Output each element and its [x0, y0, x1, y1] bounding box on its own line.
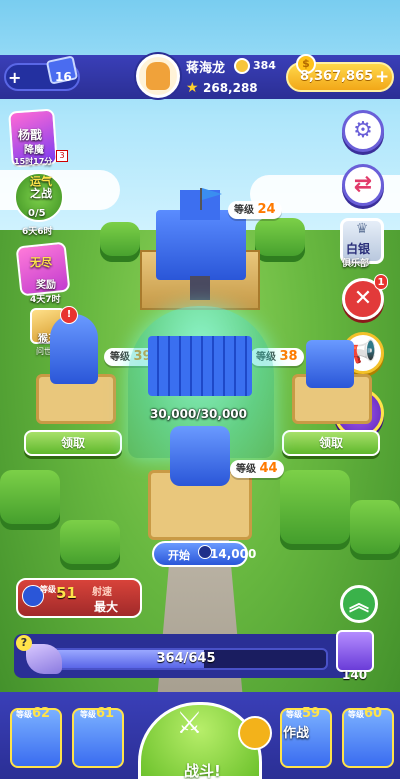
progress-text: 364/645	[156, 651, 216, 666]
dock-card-level-label: 等级	[286, 710, 302, 719]
start-cost: 14,000	[210, 547, 257, 561]
right-tower-level-value: 38	[279, 349, 298, 364]
avatar-character-icon	[146, 62, 170, 90]
rank-badge-icon	[234, 58, 250, 74]
chest-icon[interactable]	[336, 630, 374, 672]
castle-level-label: 等级	[234, 205, 254, 216]
swap-icon: ⇄	[353, 172, 373, 197]
dock-card-1-level: 等级62	[16, 706, 50, 721]
tickets-count: 16	[55, 70, 72, 84]
tree	[0, 470, 60, 530]
flag-pole	[200, 188, 202, 210]
expand-up-button[interactable]: ︽	[340, 585, 378, 623]
swords-icon: ⚔	[176, 706, 203, 741]
endless-reward-timer: 4天7时	[30, 295, 61, 305]
league-subtitle: 俱乐部	[342, 259, 370, 269]
rank-value: 384	[253, 59, 276, 72]
settings-button[interactable]: ⚙	[342, 110, 384, 152]
swap-button[interactable]: ⇄	[342, 164, 384, 206]
chevron-up-icon: ︽	[349, 591, 369, 615]
dock-card-level-value: 60	[364, 706, 383, 721]
start-label: 开始	[168, 549, 190, 562]
luck-battle-progress: 0/5	[28, 208, 46, 219]
endless-reward-title2: 奖励	[36, 280, 56, 291]
fire-rate-level-label: 等级	[40, 585, 56, 594]
right-collect-button[interactable]: 领取	[282, 430, 380, 456]
event-card-badge: 3	[56, 150, 68, 162]
add-gold-plus-icon[interactable]: +	[375, 67, 389, 87]
chest-count: 140	[342, 668, 368, 682]
tree	[280, 470, 350, 550]
right-tower-building[interactable]	[306, 340, 354, 388]
gold-amount: 8,367,865	[300, 69, 374, 84]
combat-label: 作战	[283, 726, 310, 741]
close-badge: 1	[374, 274, 388, 290]
cannon-level-label: 等级	[236, 464, 256, 475]
trophy-count: 268,288	[203, 81, 258, 95]
league-title: 白银	[346, 242, 371, 256]
left-collect-button[interactable]: 领取	[24, 430, 122, 456]
castle-level-tag: 等级 24	[228, 201, 282, 219]
progress-help-button[interactable]: ?	[16, 635, 32, 651]
battle-tag-icon	[238, 716, 272, 750]
dock-card-level-value: 61	[96, 706, 115, 721]
tree	[350, 500, 400, 560]
event-card-subtitle: 降魔	[24, 145, 44, 156]
endless-reward-title: 无尽	[30, 256, 52, 269]
dock-card-level-label: 等级	[80, 710, 96, 719]
dock-card-4-level: 等级60	[348, 706, 382, 721]
shield-hp-text: 30,000/30,000	[150, 407, 247, 421]
luck-battle-title2: 之战	[30, 187, 52, 200]
tree	[60, 520, 120, 570]
tree	[255, 218, 305, 262]
shield-blocks	[148, 336, 252, 396]
luck-battle-timer: 6天6时	[22, 227, 53, 237]
event-card-timer: 15时17分	[14, 157, 53, 166]
cannon-level-value: 44	[259, 461, 278, 476]
fire-rate-value: 最大	[94, 600, 119, 614]
dock-card-level-value: 62	[32, 706, 51, 721]
dock-card-3-level: 等级59	[286, 706, 320, 721]
add-tickets-plus-icon[interactable]: +	[8, 68, 21, 87]
cannon-level-tag: 等级 44	[230, 460, 284, 478]
dock-card-level-label: 等级	[348, 710, 364, 719]
fire-rate-title: 射速	[92, 587, 112, 598]
tree	[100, 222, 140, 262]
cannon-building[interactable]	[170, 426, 230, 486]
left-tower-level-label: 等级	[110, 352, 130, 363]
trophy-icon: ★	[186, 80, 199, 96]
left-tower-building[interactable]	[50, 314, 98, 384]
castle-door	[190, 276, 210, 300]
left-tower-alert: !	[60, 306, 78, 324]
dock-card-2-level: 等级61	[80, 706, 114, 721]
league-icon: ♛	[355, 221, 369, 237]
player-name: 蒋海龙	[186, 61, 226, 76]
battle-label: 战斗!	[184, 762, 221, 779]
fire-rate-level: 51	[56, 584, 77, 602]
dock-card-level-label: 等级	[16, 710, 32, 719]
dock-card-level-value: 59	[302, 706, 321, 721]
gear-icon: ⚙	[353, 118, 373, 143]
castle-level-value: 24	[257, 202, 276, 217]
castle-building[interactable]	[156, 210, 246, 280]
